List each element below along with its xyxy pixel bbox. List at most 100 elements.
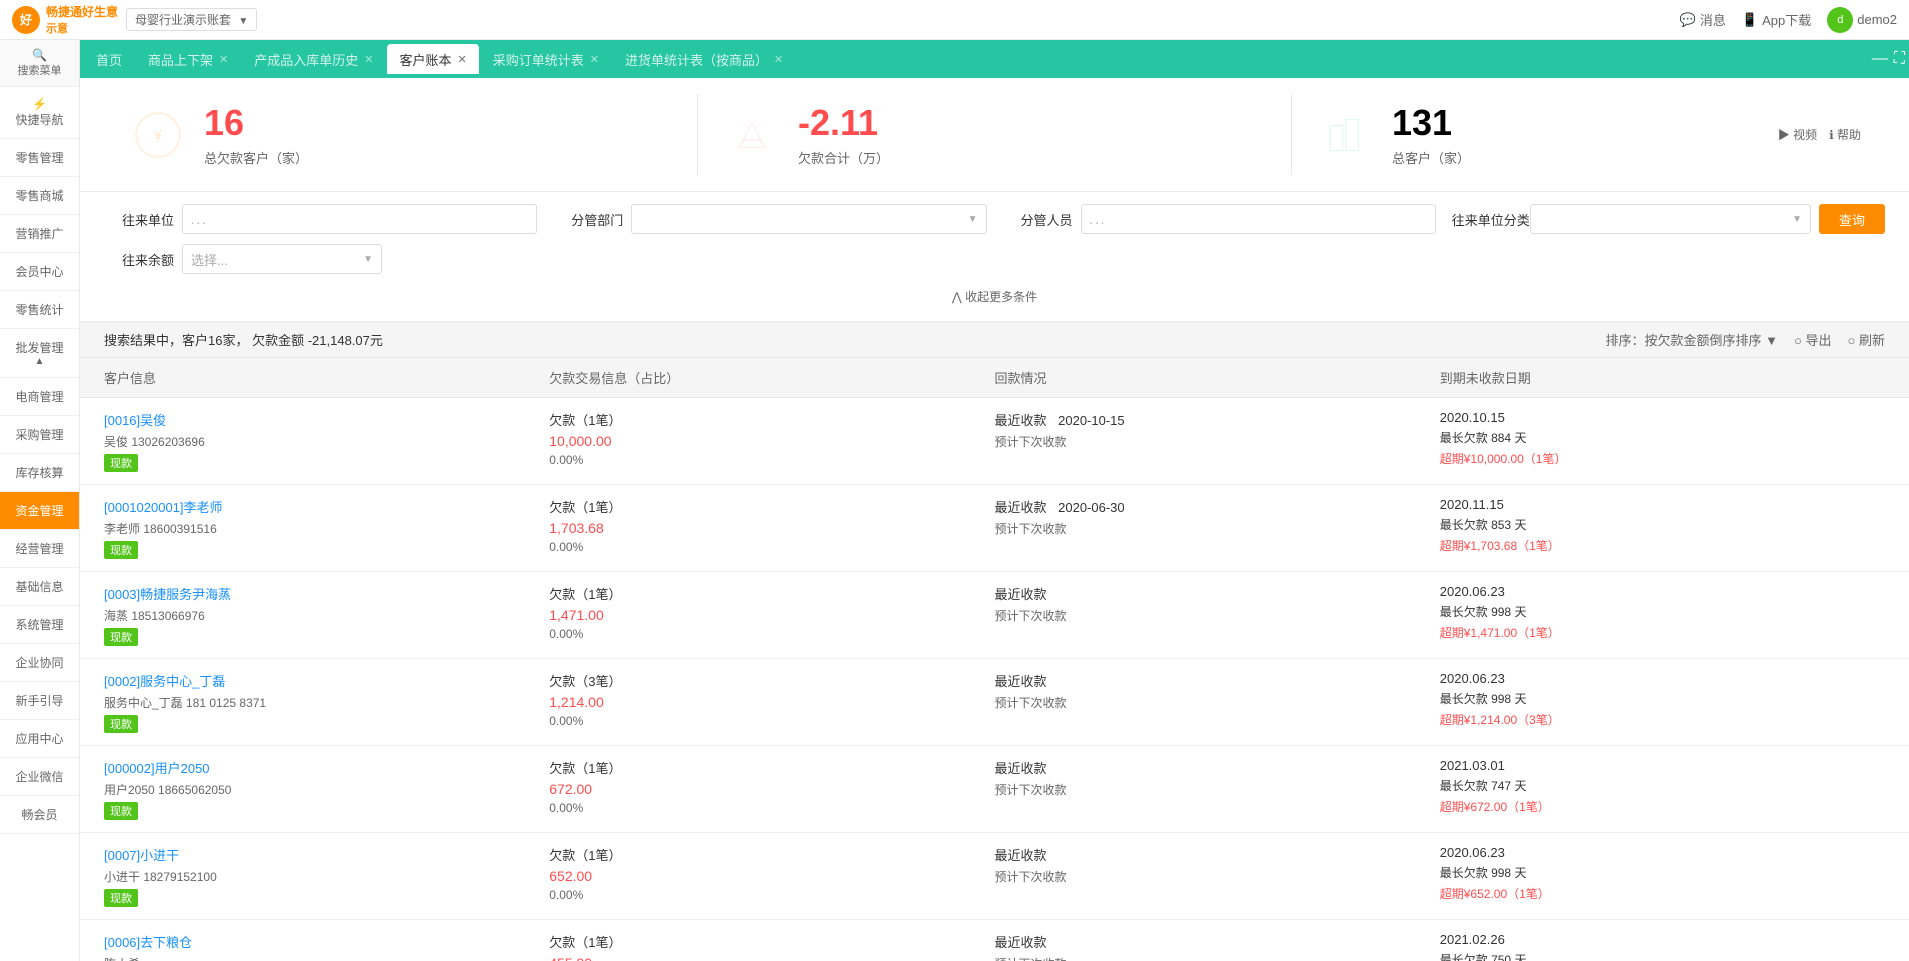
total-customers-number: 131 — [1392, 102, 1470, 144]
due-days-2: 最长欠款 998 天 — [1440, 603, 1885, 620]
customer-name-6[interactable]: [0006]去下粮仓 — [104, 932, 549, 951]
due-overdue-3[interactable]: 超期¥1,214.00（3笔） — [1440, 711, 1885, 728]
customer-name-0[interactable]: [0016]吴俊 — [104, 410, 549, 429]
recovery-last-4: 最近收款 — [995, 758, 1440, 777]
due-overdue-0[interactable]: 超期¥10,000.00（1笔） — [1440, 450, 1885, 467]
debt-amount-5[interactable]: 652.00 — [549, 868, 994, 884]
tab-close-purchase-order[interactable]: ✕ — [590, 53, 599, 66]
tab-incoming-stats[interactable]: 进货单统计表（按商品） ✕ — [613, 44, 795, 74]
balance-select[interactable]: 选择... ▼ — [182, 244, 382, 274]
debt-amount-6[interactable]: 455.90 — [549, 955, 994, 961]
sidebar-item-app-center[interactable]: 应用中心 — [0, 720, 79, 758]
tab-close-product-status[interactable]: ✕ — [219, 53, 228, 66]
sidebar-item-basic-info[interactable]: 基础信息 — [0, 568, 79, 606]
debt-amount-0[interactable]: 10,000.00 — [549, 433, 994, 449]
debt-amount-3[interactable]: 1,214.00 — [549, 694, 994, 710]
header-customer: 客户信息 — [104, 368, 549, 387]
due-date-0: 2020.10.15 — [1440, 410, 1885, 425]
sidebar-item-retail-stats[interactable]: 零售统计 — [0, 291, 79, 329]
tab-product-status[interactable]: 商品上下架 ✕ — [136, 44, 240, 74]
debt-percent-1: 0.00% — [549, 540, 994, 554]
quick-nav-icon: ⚡ — [4, 97, 75, 111]
supplier-input[interactable]: ... — [182, 204, 537, 234]
sidebar-item-enterprise-wechat[interactable]: 企业微信 — [0, 758, 79, 796]
person-input[interactable]: ... — [1081, 204, 1436, 234]
sidebar-item-members[interactable]: 会员中心 — [0, 253, 79, 291]
debt-info-6: 欠款（1笔） 455.90 0.00% — [549, 932, 994, 961]
top-bar: 好 畅捷通好生意 示意 母婴行业演示账套 ▼ 💬 消息 📱 App下载 d de… — [0, 0, 1909, 40]
sidebar-item-finance[interactable]: 资金管理 — [0, 492, 79, 530]
due-overdue-1[interactable]: 超期¥1,703.68（1笔） — [1440, 537, 1885, 554]
filter-person: 分管人员 ... — [1003, 204, 1436, 234]
sidebar-item-purchase[interactable]: 采购管理 — [0, 416, 79, 454]
sidebar-item-system[interactable]: 系统管理 — [0, 606, 79, 644]
table-row: [0016]吴俊 吴俊 13026203696 现款 欠款（1笔） 10,000… — [80, 398, 1909, 485]
sidebar-item-changhui[interactable]: 畅会员 — [0, 796, 79, 834]
debt-amount-4[interactable]: 672.00 — [549, 781, 994, 797]
tab-minimize-icon[interactable]: — — [1872, 50, 1888, 68]
dept-select[interactable]: ▼ — [631, 204, 986, 234]
tab-customer-account[interactable]: 客户账本 ✕ — [387, 44, 478, 74]
customer-info-5: [0007]小进干 小进干 18279152100 现款 — [104, 845, 549, 907]
sidebar-item-enterprise[interactable]: 企业协同 — [0, 644, 79, 682]
sidebar-item-quick-nav[interactable]: ⚡ 快捷导航 — [0, 87, 79, 139]
message-button[interactable]: 💬 消息 — [1680, 10, 1726, 29]
debt-amount-1[interactable]: 1,703.68 — [549, 520, 994, 536]
sidebar-item-ecommerce[interactable]: 电商管理 — [0, 378, 79, 416]
collapse-icon: ⋀ — [952, 290, 962, 304]
due-date-info-4: 2021.03.01 最长欠款 747 天 超期¥672.00（1笔） — [1440, 758, 1885, 815]
recovery-last-0: 最近收款 2020-10-15 — [995, 410, 1440, 429]
sidebar-search[interactable]: 🔍 搜索菜单 — [0, 40, 79, 87]
app-download-button[interactable]: 📱 App下载 — [1742, 10, 1811, 29]
customer-tag-0: 现款 — [104, 454, 138, 472]
collapse-filters-button[interactable]: ⋀ 收起更多条件 — [104, 284, 1885, 309]
tab-close-customer-account[interactable]: ✕ — [458, 53, 467, 66]
sidebar-item-marketing[interactable]: 营销推广 — [0, 215, 79, 253]
customer-name-3[interactable]: [0002]服务中心_丁磊 — [104, 671, 549, 690]
sidebar-item-operations[interactable]: 经营管理 — [0, 530, 79, 568]
tab-home[interactable]: 首页 — [84, 44, 134, 74]
customer-name-4[interactable]: [000002]用户2050 — [104, 758, 549, 777]
export-button[interactable]: ○ 导出 — [1794, 330, 1832, 349]
debt-amount-2[interactable]: 1,471.00 — [549, 607, 994, 623]
tab-maximize-icon[interactable]: ⛶ — [1894, 50, 1905, 68]
tab-product-history[interactable]: 产成品入库单历史 ✕ — [242, 44, 385, 74]
sidebar-item-inventory[interactable]: 库存核算 — [0, 454, 79, 492]
table-row: [0006]去下粮仓 陈小希 现款 欠款（1笔） 455.90 0.00% 最近… — [80, 920, 1909, 961]
due-overdue-5[interactable]: 超期¥652.00（1笔） — [1440, 885, 1885, 902]
help-button[interactable]: ℹ 帮助 — [1829, 126, 1861, 143]
customer-name-1[interactable]: [0001020001]李老师 — [104, 497, 549, 516]
search-icon: 🔍 — [4, 48, 75, 62]
recovery-next-0: 预计下次收款 — [995, 433, 1440, 450]
customer-name-2[interactable]: [0003]畅捷服务尹海蒸 — [104, 584, 549, 603]
sidebar-item-batch-mgmt[interactable]: 批发管理 ▲ — [0, 329, 79, 378]
view-video-button[interactable]: ▶ 视频 — [1778, 126, 1817, 143]
debt-customers-number: 16 — [204, 102, 308, 144]
due-days-3: 最长欠款 998 天 — [1440, 690, 1885, 707]
dept-label: 分管部门 — [553, 210, 623, 229]
sidebar-item-retail-mgmt[interactable]: 零售管理 — [0, 139, 79, 177]
customer-name-5[interactable]: [0007]小进干 — [104, 845, 549, 864]
sidebar-item-new-guide[interactable]: 新手引导 — [0, 682, 79, 720]
due-date-6: 2021.02.26 — [1440, 932, 1885, 947]
table-row: [0003]畅捷服务尹海蒸 海蒸 18513066976 现款 欠款（1笔） 1… — [80, 572, 1909, 659]
company-selector[interactable]: 母婴行业演示账套 ▼ — [126, 8, 257, 31]
tab-close-product-history[interactable]: ✕ — [364, 53, 373, 66]
sidebar-item-retail-store[interactable]: 零售商城 — [0, 177, 79, 215]
user-menu[interactable]: d demo2 — [1827, 7, 1897, 33]
category-select[interactable]: ▼ — [1530, 204, 1811, 234]
due-days-4: 最长欠款 747 天 — [1440, 777, 1885, 794]
customer-tag-5: 现款 — [104, 889, 138, 907]
data-table: 客户信息 欠款交易信息（占比） 回款情况 到期未收款日期 [0016]吴俊 吴俊… — [80, 358, 1909, 961]
filter-row-2: 往来余额 选择... ▼ — [104, 244, 1885, 274]
tab-close-incoming-stats[interactable]: ✕ — [774, 53, 783, 66]
tab-purchase-order[interactable]: 采购订单统计表 ✕ — [481, 44, 611, 74]
header-debt: 欠款交易信息（占比） — [549, 368, 994, 387]
due-overdue-4[interactable]: 超期¥672.00（1笔） — [1440, 798, 1885, 815]
due-overdue-2[interactable]: 超期¥1,471.00（1笔） — [1440, 624, 1885, 641]
query-button[interactable]: 查询 — [1819, 204, 1885, 234]
due-days-1: 最长欠款 853 天 — [1440, 516, 1885, 533]
refresh-button[interactable]: ○ 刷新 — [1848, 330, 1886, 349]
due-date-info-0: 2020.10.15 最长欠款 884 天 超期¥10,000.00（1笔） — [1440, 410, 1885, 467]
sort-button[interactable]: 排序：按欠款金额倒序排序 ▼ — [1605, 330, 1778, 349]
